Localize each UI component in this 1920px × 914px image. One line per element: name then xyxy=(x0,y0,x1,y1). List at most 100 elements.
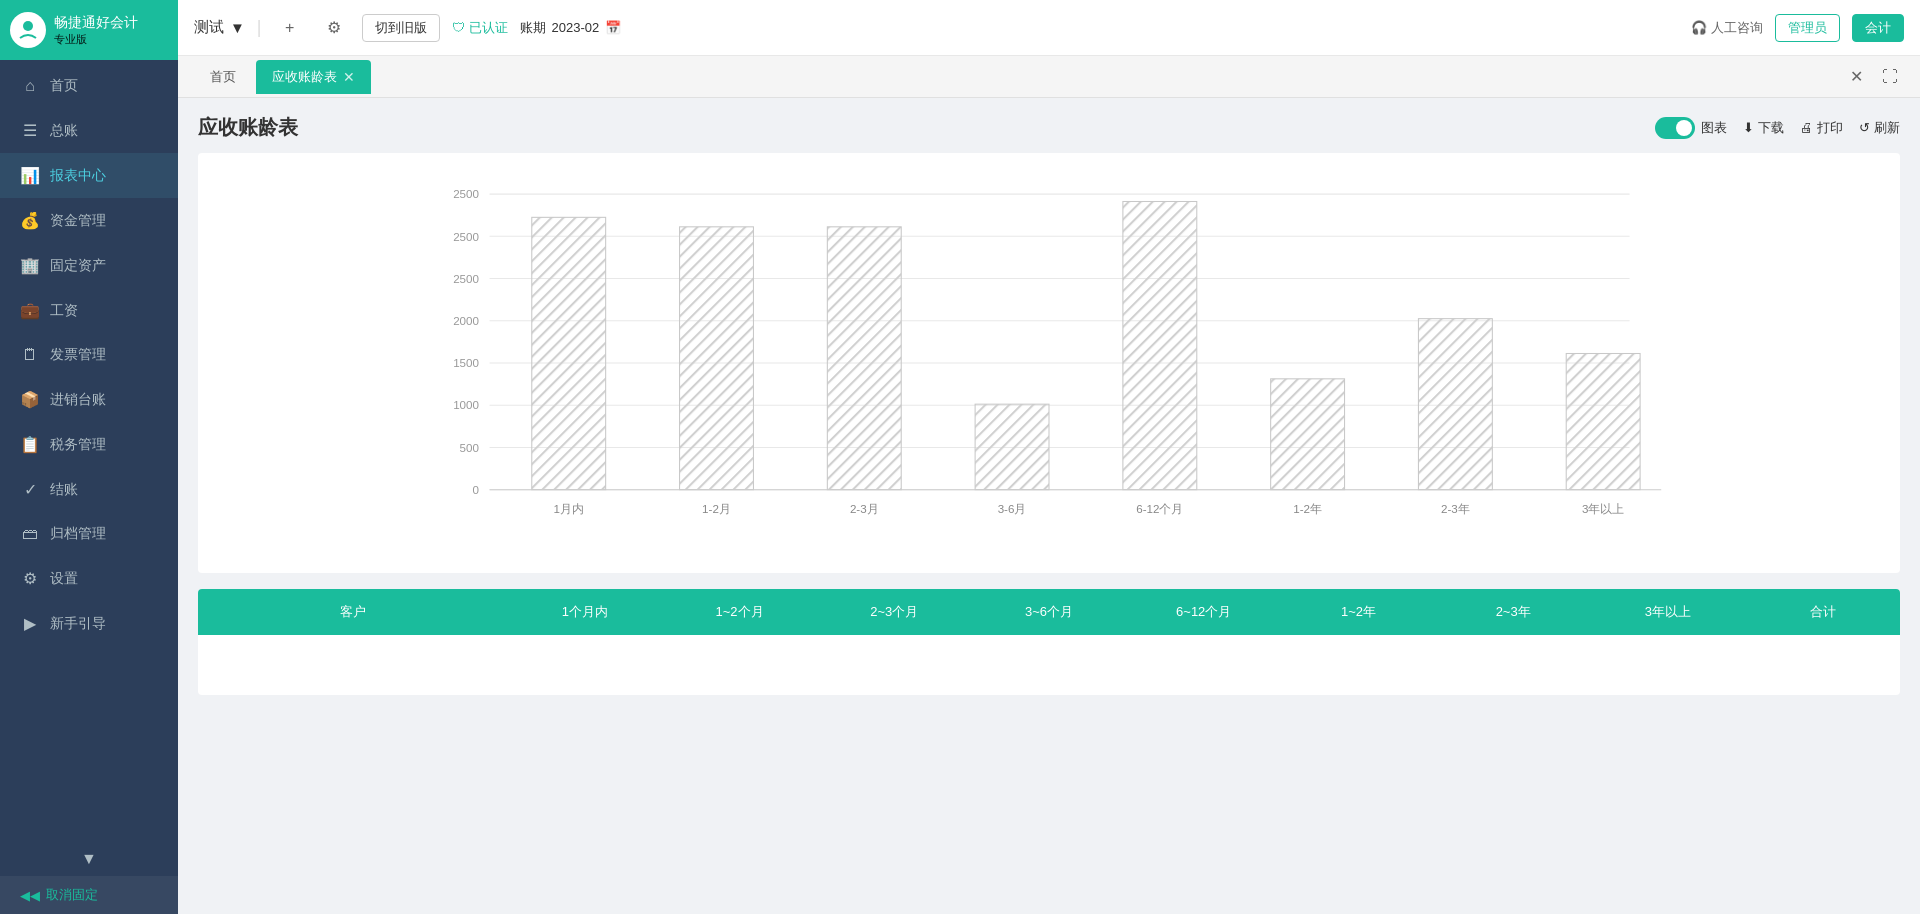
sidebar-pin-btn[interactable]: ◀◀ 取消固定 xyxy=(0,876,178,914)
svg-text:2500: 2500 xyxy=(453,230,479,243)
nav-label-assets: 固定资产 xyxy=(50,257,106,275)
print-btn[interactable]: 🖨 打印 xyxy=(1800,119,1843,137)
add-company-btn[interactable]: + xyxy=(274,12,306,44)
service-btn[interactable]: 🎧 人工咨询 xyxy=(1691,19,1763,37)
nav-label-home: 首页 xyxy=(50,77,78,95)
col-2-3year: 2~3年 xyxy=(1436,589,1591,635)
tab-aging-close[interactable]: ✕ xyxy=(343,69,355,85)
sidebar-item-settings[interactable]: ⚙ 设置 xyxy=(0,556,178,601)
svg-text:6-12个月: 6-12个月 xyxy=(1136,502,1183,515)
expand-btn[interactable]: ⛶ xyxy=(1876,63,1904,91)
refresh-label: 刷新 xyxy=(1874,119,1900,137)
company-dropdown-icon: ▼ xyxy=(230,19,245,36)
nav-label-archive: 归档管理 xyxy=(50,525,106,543)
sidebar-item-guide[interactable]: ▶ 新手引导 xyxy=(0,601,178,646)
pin-label: 取消固定 xyxy=(46,886,98,904)
sidebar-item-inventory[interactable]: 📦 进销台账 xyxy=(0,377,178,422)
nav-icon-guide: ▶ xyxy=(20,614,40,633)
cert-label: 已认证 xyxy=(469,19,508,37)
expand-icon: ⛶ xyxy=(1882,68,1898,86)
switch-version-btn[interactable]: 切到旧版 xyxy=(362,14,440,42)
app-logo: 畅捷通好会计 专业版 xyxy=(0,0,178,60)
col-6-12month: 6~12个月 xyxy=(1126,589,1281,635)
pin-icon: ◀◀ xyxy=(20,888,40,903)
svg-rect-30 xyxy=(1418,319,1492,490)
report-actions: 图表 ⬇ 下载 🖨 打印 ↺ 刷新 xyxy=(1655,117,1900,139)
sidebar-scroll-down[interactable]: ▼ xyxy=(0,842,178,876)
settings-icon: ⚙ xyxy=(327,18,341,37)
chart-toggle-label: 图表 xyxy=(1701,119,1727,137)
manager-btn[interactable]: 管理员 xyxy=(1775,14,1840,42)
svg-rect-32 xyxy=(1566,354,1640,490)
sidebar-item-salary[interactable]: 💼 工资 xyxy=(0,288,178,333)
close-icon: ✕ xyxy=(1850,67,1863,86)
sidebar-item-tax[interactable]: 📋 税务管理 xyxy=(0,422,178,467)
nav-label-tax: 税务管理 xyxy=(50,436,106,454)
nav-label-salary: 工资 xyxy=(50,302,78,320)
col-2-3month: 2~3个月 xyxy=(817,589,972,635)
nav-icon-invoice: 🗒 xyxy=(20,346,40,364)
col-customer: 客户 xyxy=(198,589,507,635)
nav-icon-ledger: ☰ xyxy=(20,121,40,140)
print-icon: 🖨 xyxy=(1800,120,1813,135)
nav-icon-funds: 💰 xyxy=(20,211,40,230)
sidebar-item-ledger[interactable]: ☰ 总账 xyxy=(0,108,178,153)
table-header: 客户 1个月内 1~2个月 2~3个月 3~6个月 6~12个月 1~2年 2~… xyxy=(198,589,1900,635)
chart-area: 2500 2500 2500 2000 1500 1000 500 0 xyxy=(218,173,1880,553)
company-selector[interactable]: 测试 ▼ xyxy=(194,18,245,37)
svg-text:1-2月: 1-2月 xyxy=(702,502,731,515)
nav-icon-tax: 📋 xyxy=(20,435,40,454)
close-panel-btn[interactable]: ✕ xyxy=(1842,63,1870,91)
nav-icon-archive: 🗃 xyxy=(20,525,40,543)
svg-text:2-3月: 2-3月 xyxy=(850,502,879,515)
settings-btn[interactable]: ⚙ xyxy=(318,12,350,44)
sidebar-item-closing[interactable]: ✓ 结账 xyxy=(0,467,178,512)
tabbar-right: ✕ ⛶ xyxy=(1842,63,1904,91)
print-label: 打印 xyxy=(1817,119,1843,137)
tabbar: 首页 应收账龄表 ✕ ✕ ⛶ xyxy=(178,56,1920,98)
report-title: 应收账龄表 xyxy=(198,114,298,141)
nav-icon-settings: ⚙ xyxy=(20,569,40,588)
download-btn[interactable]: ⬇ 下载 xyxy=(1743,119,1784,137)
topbar-right: 🎧 人工咨询 管理员 会计 xyxy=(1691,14,1904,42)
col-1month: 1个月内 xyxy=(507,589,662,635)
sidebar-item-home[interactable]: ⌂ 首页 xyxy=(0,64,178,108)
logo-text-block: 畅捷通好会计 专业版 xyxy=(54,13,138,46)
nav-label-closing: 结账 xyxy=(50,481,78,499)
nav-icon-closing: ✓ xyxy=(20,480,40,499)
sidebar-item-archive[interactable]: 🗃 归档管理 xyxy=(0,512,178,556)
app-name: 畅捷通好会计 xyxy=(54,13,138,31)
svg-text:2500: 2500 xyxy=(453,272,479,285)
svg-rect-22 xyxy=(827,227,901,490)
tab-aging-label: 应收账龄表 xyxy=(272,68,337,86)
svg-rect-28 xyxy=(1271,379,1345,490)
nav-label-funds: 资金管理 xyxy=(50,212,106,230)
sidebar-item-funds[interactable]: 💰 资金管理 xyxy=(0,198,178,243)
nav-icon-assets: 🏢 xyxy=(20,256,40,275)
svg-text:2-3年: 2-3年 xyxy=(1441,502,1470,515)
nav-icon-inventory: 📦 xyxy=(20,390,40,409)
tab-home[interactable]: 首页 xyxy=(194,60,252,94)
refresh-btn[interactable]: ↺ 刷新 xyxy=(1859,119,1900,137)
nav-label-ledger: 总账 xyxy=(50,122,78,140)
svg-text:1000: 1000 xyxy=(453,398,479,411)
sidebar-item-assets[interactable]: 🏢 固定资产 xyxy=(0,243,178,288)
sidebar-item-reports[interactable]: 📊 报表中心 xyxy=(0,153,178,198)
role-btn[interactable]: 会计 xyxy=(1852,14,1904,42)
svg-rect-20 xyxy=(680,227,754,490)
svg-rect-18 xyxy=(532,217,606,489)
logo-icon xyxy=(10,12,46,48)
chart-toggle[interactable] xyxy=(1655,117,1695,139)
svg-rect-24 xyxy=(975,404,1049,489)
table-body xyxy=(198,635,1900,695)
calendar-icon[interactable]: 📅 xyxy=(605,20,621,35)
svg-text:3-6月: 3-6月 xyxy=(998,502,1027,515)
sidebar-item-invoice[interactable]: 🗒 发票管理 xyxy=(0,333,178,377)
service-icon: 🎧 xyxy=(1691,20,1707,35)
add-icon: + xyxy=(285,19,294,37)
tab-home-label: 首页 xyxy=(210,69,236,84)
tab-aging[interactable]: 应收账龄表 ✕ xyxy=(256,60,371,94)
col-1-2month: 1~2个月 xyxy=(662,589,817,635)
topbar-divider1: | xyxy=(257,17,262,38)
svg-rect-26 xyxy=(1123,202,1197,490)
